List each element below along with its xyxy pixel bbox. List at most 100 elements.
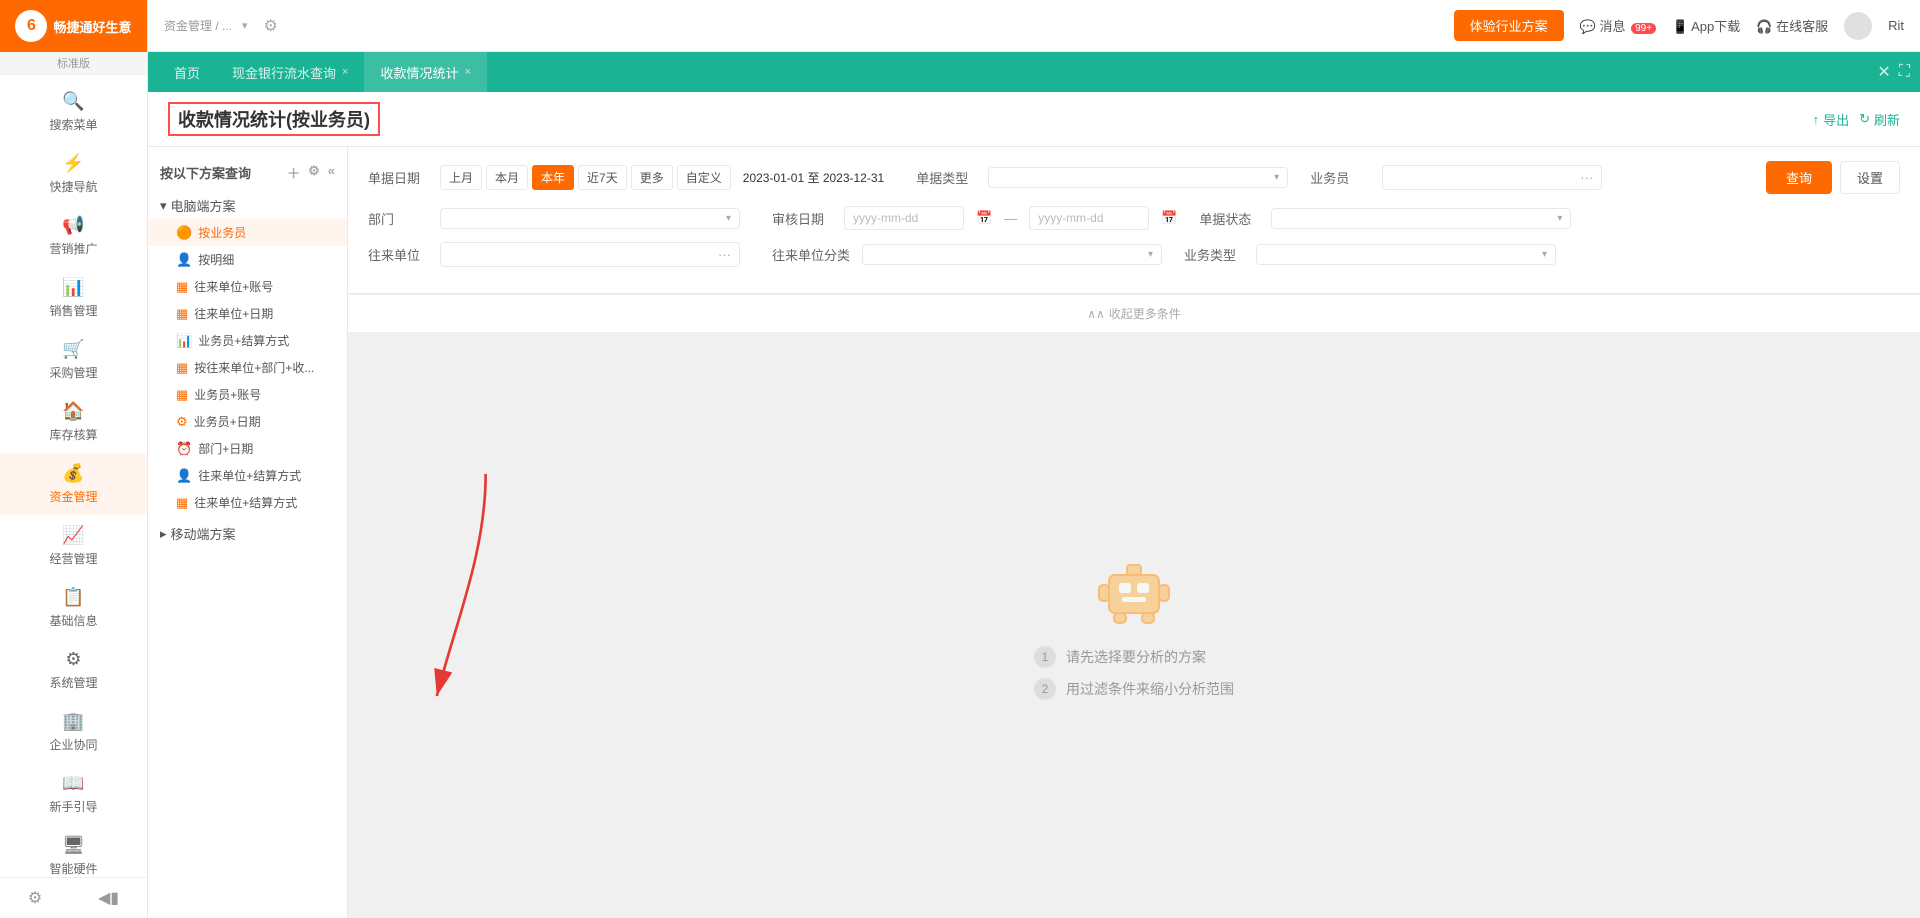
sidebar-menu: 🔍 搜索菜单 ⚡ 快捷导航 📢 营销推广 📊 销售管理 🛒 采购管理 🏠 库存核… — [0, 75, 147, 877]
voucher-status-arrow-icon: ▾ — [1557, 213, 1562, 224]
expand-footer-icon[interactable]: ◀▮ — [98, 888, 119, 908]
settings-footer-icon[interactable]: ⚙ — [28, 888, 42, 908]
sidebar-item-guide[interactable]: 📖 新手引导 — [0, 763, 147, 825]
tree-item-salesperson-account[interactable]: ▦ 业务员+账号 — [148, 381, 347, 408]
header-left: 资金管理 / ... ▾ ⚙ — [164, 16, 278, 36]
tree-item-unit-account[interactable]: ▦ 往来单位+账号 — [148, 273, 347, 300]
filter-row-2: 部门 ▾ 审核日期 yyyy-mm-dd 📅 — yyyy-mm-dd — [368, 206, 1900, 230]
tree-item-label: 按业务员 — [198, 224, 246, 241]
collapse-panel-icon[interactable]: « — [328, 163, 335, 182]
tab-home[interactable]: 首页 — [158, 52, 216, 92]
salesperson-label: 业务员 — [1310, 168, 1370, 187]
sidebar-item-enterprise[interactable]: 🏢 企业协同 — [0, 701, 147, 763]
refresh-button[interactable]: ↻ 刷新 — [1859, 110, 1900, 129]
export-icon: ↑ — [1813, 112, 1820, 127]
sidebar-item-quicknav[interactable]: ⚡ 快捷导航 — [0, 143, 147, 205]
sidebar-item-label: 营销推广 — [49, 240, 97, 257]
finance-icon: 💰 — [62, 463, 84, 484]
sidebar-item-finance[interactable]: 💰 资金管理 — [0, 453, 147, 515]
settings-header-icon[interactable]: ⚙ — [264, 16, 278, 36]
app-download-button[interactable]: 📱 App下载 — [1672, 16, 1740, 35]
dropdown-icon[interactable]: ▾ — [242, 19, 248, 32]
tree-item-unit-settle2[interactable]: ▦ 往来单位+结算方式 — [148, 489, 347, 516]
tree-item-active-icon: 🟠 — [176, 225, 192, 241]
date-btn-more[interactable]: 更多 — [631, 165, 673, 190]
date-btn-this-year[interactable]: 本年 — [532, 165, 574, 190]
tab-collection-close[interactable]: × — [464, 66, 470, 78]
tree-item-label: 业务员+账号 — [194, 386, 261, 403]
tree-item-dept-date[interactable]: ⏰ 部门+日期 — [148, 435, 347, 462]
tab-collection[interactable]: 收款情况统计 × — [364, 52, 486, 92]
sidebar-item-basic[interactable]: 📋 基础信息 — [0, 577, 147, 639]
sidebar-item-operations[interactable]: 📈 经营管理 — [0, 515, 147, 577]
tab-maximize-icon[interactable]: ⛶ — [1899, 63, 1910, 81]
tree-arrow-right-icon: ▸ — [160, 526, 167, 542]
dept-select[interactable]: ▾ — [440, 208, 740, 229]
tree-item-detail[interactable]: 👤 按明细 — [148, 246, 347, 273]
voucher-type-label: 单据类型 — [916, 168, 976, 187]
online-service-label: 在线客服 — [1776, 19, 1828, 34]
review-date-start-input[interactable]: yyyy-mm-dd — [844, 206, 964, 230]
sidebar-item-inventory[interactable]: 🏠 库存核算 — [0, 391, 147, 453]
sidebar-item-purchase[interactable]: 🛒 采购管理 — [0, 329, 147, 391]
partner-category-select[interactable]: ▾ — [862, 244, 1162, 265]
tree-item-salesperson[interactable]: 🟠 按业务员 — [148, 219, 347, 246]
sidebar-item-system[interactable]: ⚙ 系统管理 — [0, 639, 147, 701]
message-button[interactable]: 💬 消息 99+ — [1580, 16, 1656, 35]
date-btn-prev-month[interactable]: 上月 — [440, 165, 482, 190]
manage-scheme-icon[interactable]: ⚙ — [308, 163, 320, 182]
business-type-arrow-icon: ▾ — [1542, 249, 1547, 260]
calendar-start-icon[interactable]: 📅 — [976, 210, 992, 226]
tree-item-label: 按明细 — [198, 251, 234, 268]
query-button[interactable]: 查询 — [1766, 161, 1832, 194]
tab-bank[interactable]: 现金银行流水查询 × — [216, 52, 364, 92]
quicknav-icon: ⚡ — [62, 153, 84, 174]
purchase-icon: 🛒 — [62, 339, 84, 360]
add-scheme-icon[interactable]: ＋ — [287, 163, 300, 182]
sidebar-item-marketing[interactable]: 📢 营销推广 — [0, 205, 147, 267]
salesperson-more-icon[interactable]: ··· — [1580, 170, 1593, 185]
voucher-status-select[interactable]: ▾ — [1271, 208, 1571, 229]
business-type-select[interactable]: ▾ — [1256, 244, 1556, 265]
app-download-label: App下载 — [1691, 19, 1740, 34]
right-panel: 单据日期 上月 本月 本年 近7天 更多 自定义 2023-01-01 至 20… — [348, 147, 1920, 918]
sidebar-item-label: 快捷导航 — [49, 178, 97, 195]
tree-item-salesperson-date[interactable]: ⚙ 业务员+日期 — [148, 408, 347, 435]
logo-label: 畅捷通好生意 — [53, 17, 131, 36]
export-button[interactable]: ↑ 导出 — [1813, 110, 1850, 129]
tab-close-all-icon[interactable]: ✕ — [1877, 62, 1890, 82]
tree-mobile-group[interactable]: ▸ 移动端方案 — [148, 520, 347, 547]
tab-bank-close[interactable]: × — [342, 66, 348, 78]
review-date-start-text: yyyy-mm-dd — [853, 211, 918, 225]
review-date-end-input[interactable]: yyyy-mm-dd — [1029, 206, 1149, 230]
salesperson-select[interactable]: ··· — [1382, 165, 1602, 190]
voucher-type-arrow-icon: ▾ — [1274, 172, 1279, 183]
tree-mobile-label: 移动端方案 — [171, 524, 236, 543]
tree-item-label: 往来单位+结算方式 — [198, 467, 301, 484]
sidebar-item-hardware[interactable]: 🖥 智能硬件 — [0, 825, 147, 877]
hardware-icon: 🖥 — [62, 835, 85, 856]
settings-button[interactable]: 设置 — [1840, 161, 1900, 194]
app-logo: 6 畅捷通好生意 — [0, 0, 147, 52]
date-btn-custom[interactable]: 自定义 — [677, 165, 731, 190]
tree-item-unit-date[interactable]: ▦ 往来单位+日期 — [148, 300, 347, 327]
empty-state-icon — [1094, 550, 1174, 630]
guide-icon: 📖 — [62, 773, 84, 794]
date-btn-this-month[interactable]: 本月 — [486, 165, 528, 190]
collapse-bar[interactable]: ∧∧ 收起更多条件 — [348, 294, 1920, 332]
panel-header: 按以下方案查询 ＋ ⚙ « — [148, 157, 347, 188]
tree-item-salesperson-settle[interactable]: 📊 业务员+结算方式 — [148, 327, 347, 354]
tree-desktop-group[interactable]: ▾ 电脑端方案 — [148, 192, 347, 219]
partner-more-icon[interactable]: ··· — [718, 247, 731, 262]
calendar-end-icon[interactable]: 📅 — [1161, 210, 1177, 226]
voucher-type-select[interactable]: ▾ — [988, 167, 1288, 188]
tree-item-unit-settle1[interactable]: 👤 往来单位+结算方式 — [148, 462, 347, 489]
sidebar-item-search[interactable]: 🔍 搜索菜单 — [0, 81, 147, 143]
online-service-button[interactable]: 🎧 在线客服 — [1756, 16, 1828, 35]
message-label: 消息 — [1599, 19, 1625, 34]
partner-select[interactable]: ··· — [440, 242, 740, 267]
tree-item-unit-dept[interactable]: ▦ 按往来单位+部门+收... — [148, 354, 347, 381]
sidebar-item-sales[interactable]: 📊 销售管理 — [0, 267, 147, 329]
trial-button[interactable]: 体验行业方案 — [1454, 10, 1564, 41]
date-btn-7days[interactable]: 近7天 — [578, 165, 627, 190]
